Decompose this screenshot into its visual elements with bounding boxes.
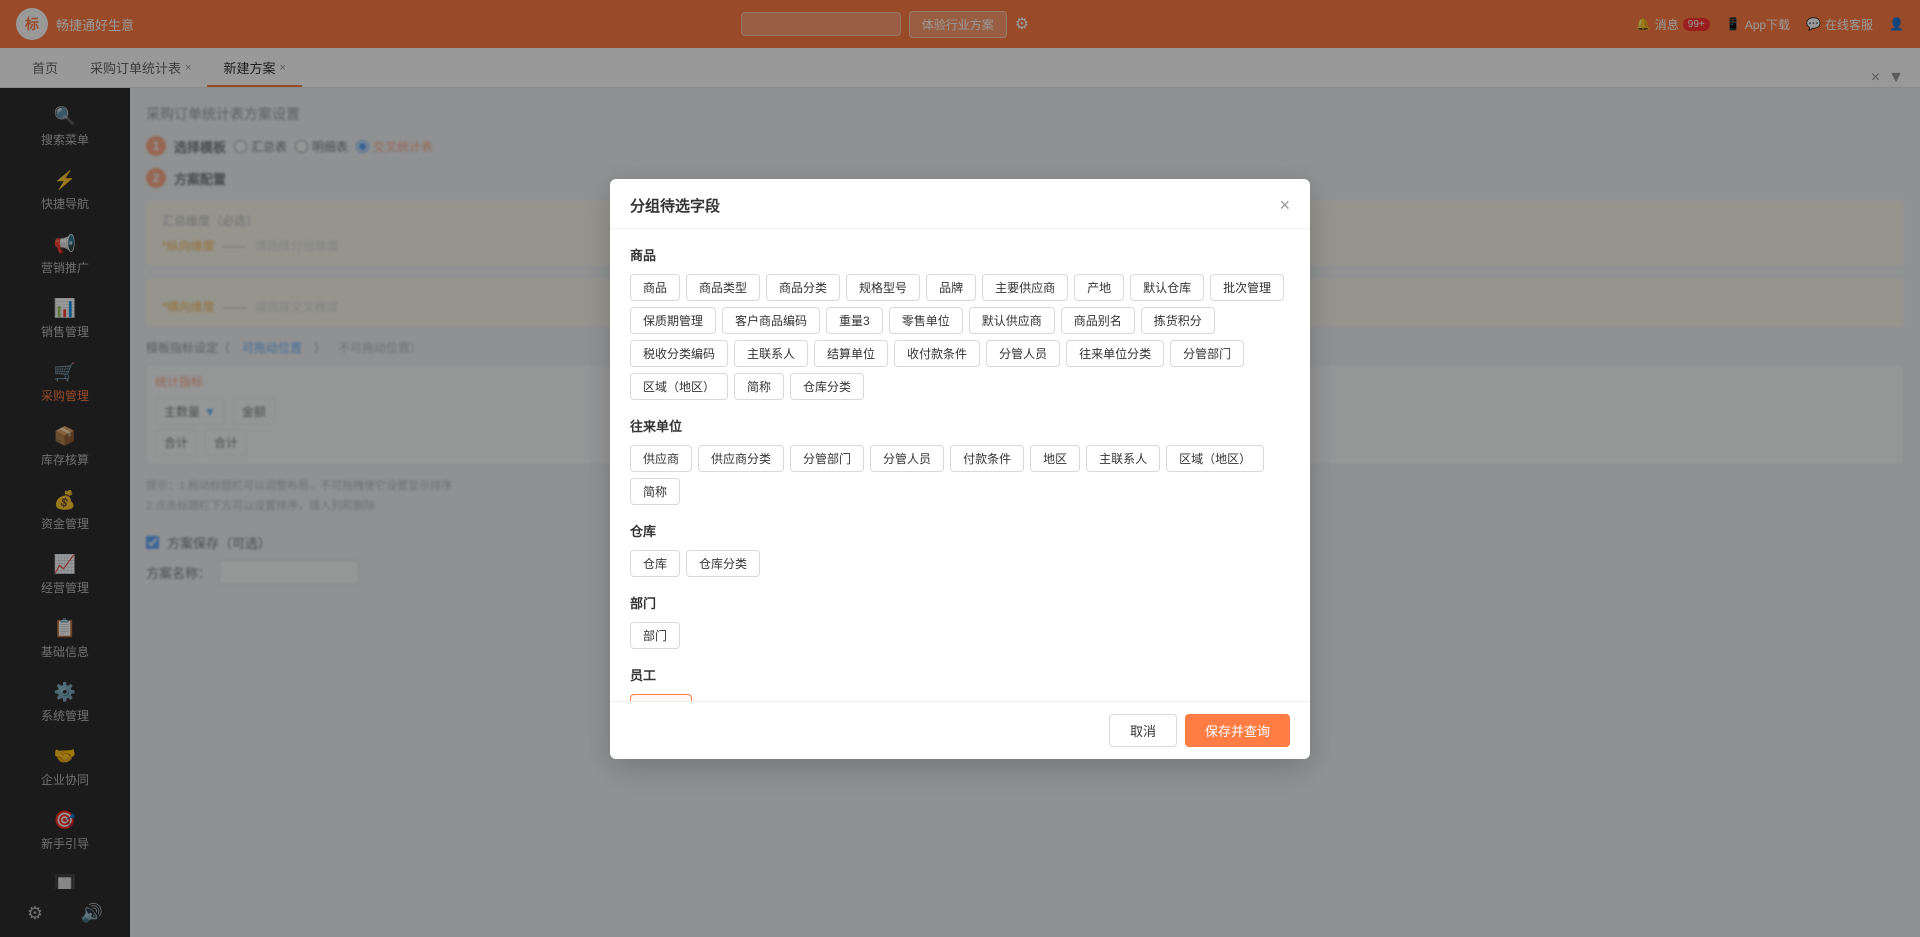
section-employee: 员工 业务员 [630,665,1290,701]
tag-tax-code[interactable]: 税收分类编码 [630,340,728,367]
modal-title: 分组待选字段 [630,195,720,216]
tag-default-supplier[interactable]: 默认供应商 [969,307,1055,334]
tag-main-contact[interactable]: 主联系人 [734,340,808,367]
tag-product-type[interactable]: 商品类型 [686,274,760,301]
section-department: 部门 部门 [630,593,1290,649]
tag-payment-terms[interactable]: 收付款条件 [894,340,980,367]
department-tags: 部门 [630,622,1290,649]
tag-warehouse[interactable]: 仓库 [630,550,680,577]
tag-party-manager[interactable]: 分管人员 [870,445,944,472]
product-tags: 商品 商品类型 商品分类 规格型号 品牌 主要供应商 产地 默认仓库 批次管理 … [630,274,1290,400]
section-party-title: 往来单位 [630,416,1290,435]
tag-department[interactable]: 部门 [630,622,680,649]
section-party: 往来单位 供应商 供应商分类 分管部门 分管人员 付款条件 地区 主联系人 区域… [630,416,1290,505]
tag-product-alias[interactable]: 商品别名 [1061,307,1135,334]
tag-region[interactable]: 区域（地区） [630,373,728,400]
modal-footer: 取消 保存并查询 [610,701,1310,759]
tag-default-warehouse[interactable]: 默认仓库 [1130,274,1204,301]
section-department-title: 部门 [630,593,1290,612]
employee-tags: 业务员 [630,694,1290,701]
section-product-title: 商品 [630,245,1290,264]
tag-weight3[interactable]: 重量3 [826,307,883,334]
tag-party-area[interactable]: 区域（地区） [1166,445,1264,472]
tag-batch-mgmt[interactable]: 批次管理 [1210,274,1284,301]
tag-pick-points[interactable]: 拣货积分 [1141,307,1215,334]
tag-customer-code[interactable]: 客户商品编码 [722,307,820,334]
tag-party-region[interactable]: 地区 [1030,445,1080,472]
field-select-modal: 分组待选字段 × 商品 商品 商品类型 商品分类 规格型号 品牌 主要供应商 产… [610,179,1310,759]
modal-header: 分组待选字段 × [610,179,1310,229]
section-warehouse: 仓库 仓库 仓库分类 [630,521,1290,577]
tag-settlement-unit[interactable]: 结算单位 [814,340,888,367]
tag-brand[interactable]: 品牌 [926,274,976,301]
tag-short-name[interactable]: 简称 [734,373,784,400]
tag-product-category[interactable]: 商品分类 [766,274,840,301]
section-product: 商品 商品 商品类型 商品分类 规格型号 品牌 主要供应商 产地 默认仓库 批次… [630,245,1290,400]
modal-close-btn[interactable]: × [1279,196,1290,214]
tag-pay-terms[interactable]: 付款条件 [950,445,1024,472]
tag-party-category[interactable]: 往来单位分类 [1066,340,1164,367]
tag-spec-model[interactable]: 规格型号 [846,274,920,301]
modal-body: 商品 商品 商品类型 商品分类 规格型号 品牌 主要供应商 产地 默认仓库 批次… [610,229,1310,701]
section-warehouse-title: 仓库 [630,521,1290,540]
confirm-button[interactable]: 保存并查询 [1185,714,1290,747]
tag-retail-unit[interactable]: 零售单位 [889,307,963,334]
tag-supplier-cat[interactable]: 供应商分类 [698,445,784,472]
tag-party-dept[interactable]: 分管部门 [790,445,864,472]
tag-party-abbr[interactable]: 简称 [630,478,680,505]
tag-origin[interactable]: 产地 [1074,274,1124,301]
tag-shelf-life[interactable]: 保质期管理 [630,307,716,334]
tag-manager[interactable]: 分管人员 [986,340,1060,367]
modal-overlay: 分组待选字段 × 商品 商品 商品类型 商品分类 规格型号 品牌 主要供应商 产… [0,0,1920,937]
cancel-button[interactable]: 取消 [1109,714,1177,747]
tag-supplier[interactable]: 供应商 [630,445,692,472]
tag-party-contact[interactable]: 主联系人 [1086,445,1160,472]
tag-dept[interactable]: 分管部门 [1170,340,1244,367]
section-employee-title: 员工 [630,665,1290,684]
party-tags: 供应商 供应商分类 分管部门 分管人员 付款条件 地区 主联系人 区域（地区） … [630,445,1290,505]
tag-product[interactable]: 商品 [630,274,680,301]
tag-warehouse-category[interactable]: 仓库分类 [686,550,760,577]
warehouse-tags: 仓库 仓库分类 [630,550,1290,577]
tag-warehouse-cat[interactable]: 仓库分类 [790,373,864,400]
tag-salesperson[interactable]: 业务员 [630,694,692,701]
tag-main-supplier[interactable]: 主要供应商 [982,274,1068,301]
